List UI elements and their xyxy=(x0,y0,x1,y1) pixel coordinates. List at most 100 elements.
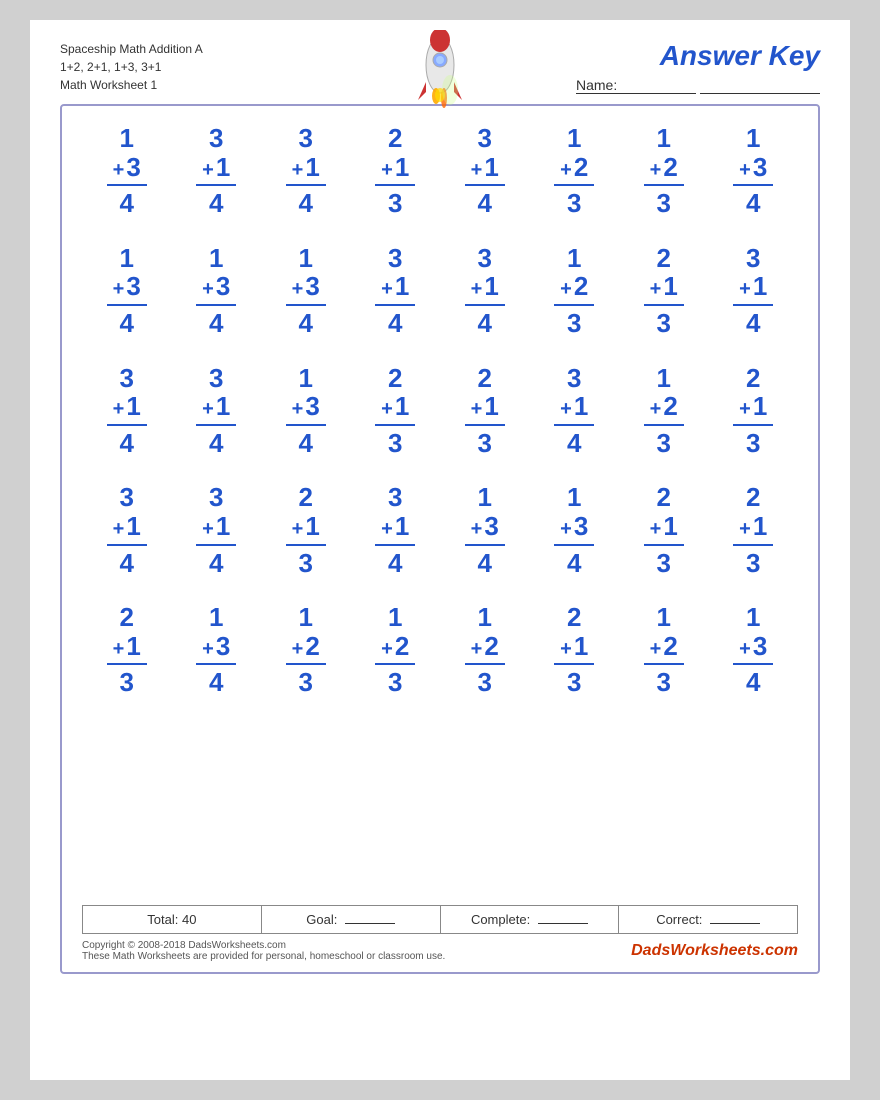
num-addend: 2 xyxy=(381,632,409,661)
problem-r1-c5: 314 xyxy=(440,116,530,226)
num-answer: 3 xyxy=(657,549,671,578)
problem-r5-c4: 123 xyxy=(351,595,441,705)
num-top: 3 xyxy=(299,124,313,153)
answer-line xyxy=(465,184,505,186)
num-addend: 3 xyxy=(113,272,141,301)
answer-line xyxy=(107,663,147,665)
num-top: 2 xyxy=(657,483,671,512)
num-addend: 3 xyxy=(739,153,767,182)
num-top: 1 xyxy=(120,124,134,153)
problem-r3-c7: 123 xyxy=(619,356,709,466)
answer-line xyxy=(196,663,236,665)
num-addend: 2 xyxy=(650,632,678,661)
answer-line xyxy=(107,304,147,306)
num-top: 1 xyxy=(209,244,223,273)
problem-r4-c7: 213 xyxy=(619,475,709,585)
num-top: 3 xyxy=(478,244,492,273)
total-cell: Total: 40 xyxy=(83,906,262,933)
problem-r3-c1: 314 xyxy=(82,356,172,466)
answer-line xyxy=(465,304,505,306)
problem-r2-c1: 134 xyxy=(82,236,172,346)
answer-line xyxy=(107,544,147,546)
brand: DadsWorksheets.com xyxy=(631,942,798,960)
answer-line xyxy=(286,663,326,665)
num-top: 3 xyxy=(746,244,760,273)
num-answer: 4 xyxy=(567,429,581,458)
num-top: 1 xyxy=(657,364,671,393)
answer-line xyxy=(286,424,326,426)
answer-line xyxy=(733,304,773,306)
footer-area: Total: 40 Goal: Complete: Correct: Copyr… xyxy=(82,895,798,962)
num-top: 2 xyxy=(746,364,760,393)
num-answer: 4 xyxy=(209,189,223,218)
answer-line xyxy=(196,184,236,186)
num-top: 3 xyxy=(120,483,134,512)
copyright-text: Copyright © 2008-2018 DadsWorksheets.com… xyxy=(82,940,445,962)
problem-r1-c7: 123 xyxy=(619,116,709,226)
problem-r3-c6: 314 xyxy=(530,356,620,466)
num-answer: 3 xyxy=(388,189,402,218)
answer-line xyxy=(554,184,594,186)
num-addend: 3 xyxy=(202,272,230,301)
num-answer: 4 xyxy=(120,189,134,218)
answer-line xyxy=(465,424,505,426)
correct-blank xyxy=(710,923,760,924)
num-addend: 1 xyxy=(113,512,141,541)
problem-r2-c8: 314 xyxy=(709,236,799,346)
num-addend: 2 xyxy=(650,392,678,421)
num-addend: 3 xyxy=(471,512,499,541)
problem-r4-c3: 213 xyxy=(261,475,351,585)
answer-line xyxy=(644,304,684,306)
answer-line xyxy=(107,184,147,186)
brand-dads: Dads xyxy=(631,942,670,959)
num-addend: 2 xyxy=(292,632,320,661)
problem-r4-c6: 134 xyxy=(530,475,620,585)
problem-r4-c1: 31 4 xyxy=(82,475,172,585)
problem-r1-c2: 314 xyxy=(172,116,262,226)
answer-line xyxy=(733,184,773,186)
answer-line xyxy=(644,663,684,665)
num-answer: 3 xyxy=(567,189,581,218)
num-top: 1 xyxy=(478,483,492,512)
brand-dotcom: .com xyxy=(761,942,798,959)
page: Spaceship Math Addition A 1+2, 2+1, 1+3,… xyxy=(30,20,850,1080)
answer-line xyxy=(554,424,594,426)
problem-r3-c2: 314 xyxy=(172,356,262,466)
num-answer: 3 xyxy=(746,549,760,578)
problem-r1-c1: 134 xyxy=(82,116,172,226)
answer-line xyxy=(554,304,594,306)
problem-r5-c6: 213 xyxy=(530,595,620,705)
num-answer: 4 xyxy=(120,549,134,578)
problem-row-4: 314314213314134134213213 xyxy=(82,475,798,585)
num-answer: 4 xyxy=(478,549,492,578)
answer-line xyxy=(644,184,684,186)
num-top: 3 xyxy=(120,364,134,393)
num-answer: 3 xyxy=(478,668,492,697)
complete-blank xyxy=(538,923,588,924)
answer-line xyxy=(733,424,773,426)
answer-line xyxy=(375,184,415,186)
num-top: 2 xyxy=(388,364,402,393)
num-top: 3 xyxy=(209,483,223,512)
worksheet-box: 1343143142133141231231341341341343143141… xyxy=(60,104,820,974)
title-line3: Math Worksheet 1 xyxy=(60,76,203,94)
problem-r2-c5: 314 xyxy=(440,236,530,346)
answer-line xyxy=(554,544,594,546)
num-answer: 4 xyxy=(478,189,492,218)
answer-line xyxy=(554,663,594,665)
num-answer: 3 xyxy=(657,309,671,338)
num-answer: 3 xyxy=(478,429,492,458)
answer-line xyxy=(196,544,236,546)
problem-r5-c3: 123 xyxy=(261,595,351,705)
num-answer: 4 xyxy=(209,668,223,697)
num-addend: 1 xyxy=(471,392,499,421)
answer-key-label: Answer Key xyxy=(660,40,820,72)
num-answer: 4 xyxy=(567,549,581,578)
problem-r1-c3: 314 xyxy=(261,116,351,226)
problem-r3-c8: 213 xyxy=(709,356,799,466)
num-addend: 1 xyxy=(113,632,141,661)
num-addend: 1 xyxy=(739,512,767,541)
num-addend: 3 xyxy=(292,272,320,301)
num-top: 3 xyxy=(478,124,492,153)
num-addend: 1 xyxy=(560,392,588,421)
